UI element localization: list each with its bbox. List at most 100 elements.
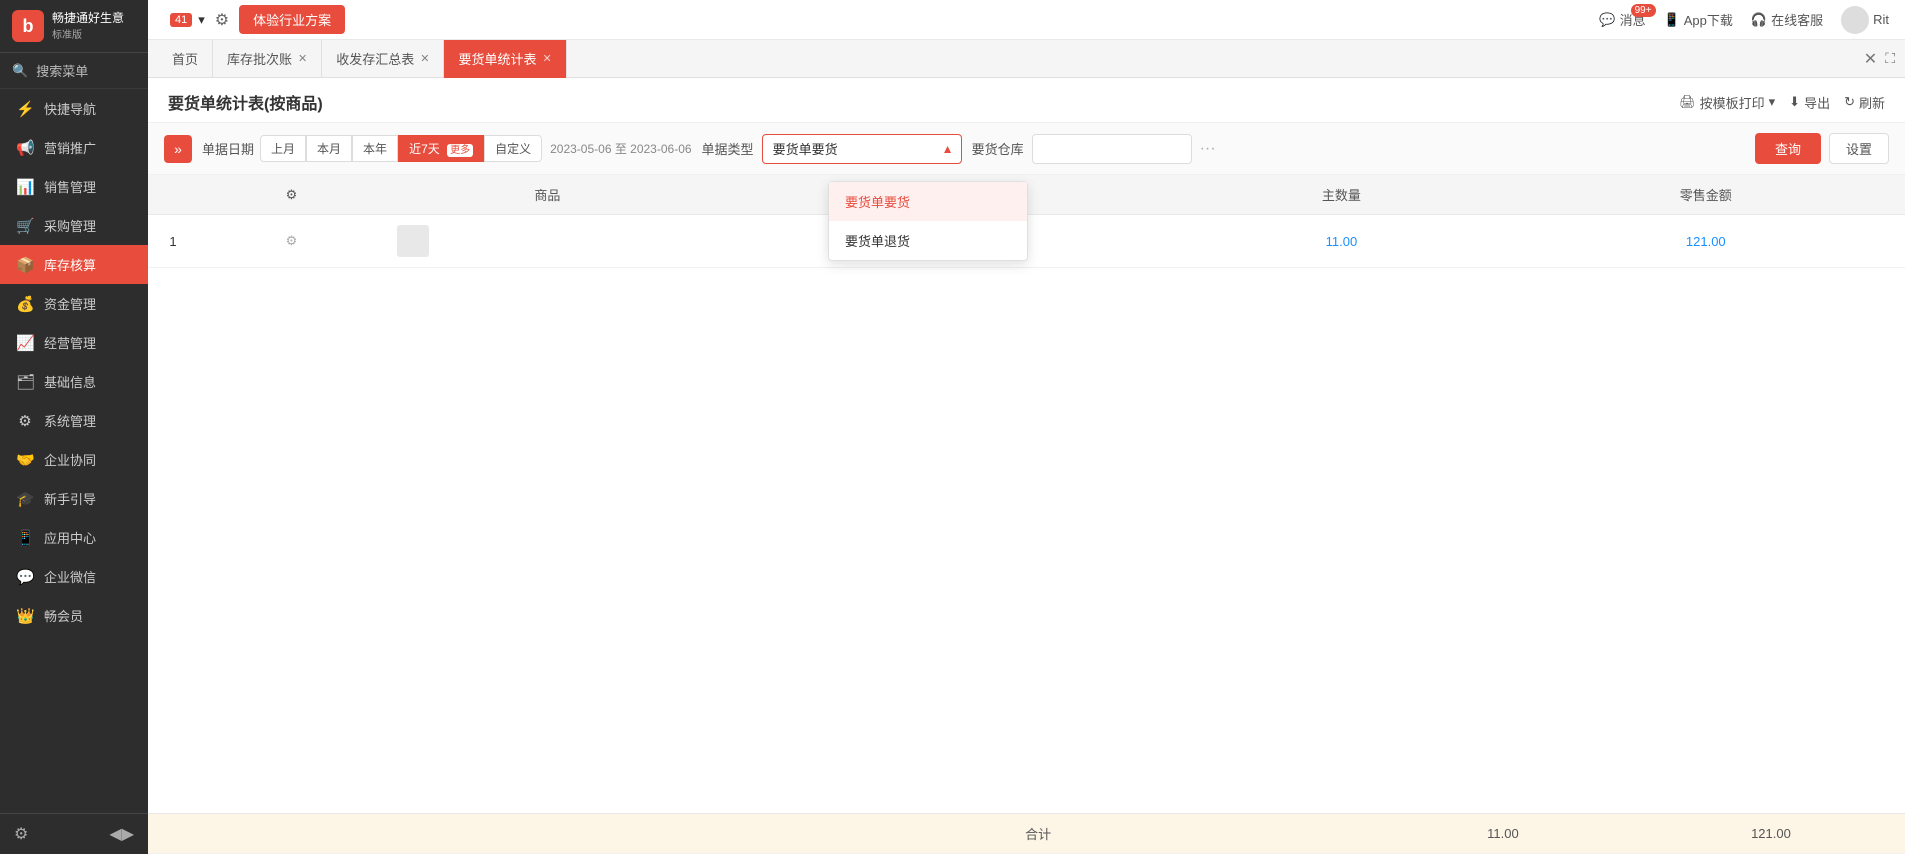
sidebar-label-wechat: 企业微信	[44, 567, 96, 586]
sidebar-item-operation[interactable]: 📈 经营管理	[0, 323, 148, 362]
header-settings-icon[interactable]: ⚙	[215, 10, 229, 30]
app-download-icon: 📱	[1664, 12, 1680, 28]
sidebar-label-finance: 资金管理	[44, 294, 96, 313]
user-name: Rit	[1873, 12, 1889, 27]
warehouse-more-icon[interactable]: ···	[1200, 140, 1216, 158]
store-selector[interactable]: 41 ▾	[164, 12, 205, 28]
sidebar-icon-appstore: 📱	[16, 529, 34, 547]
tab-label-requisition-stat: 要货单统计表	[458, 49, 536, 68]
app-logo-icon: b	[12, 10, 44, 42]
tab-close-shipping-summary[interactable]: ✕	[420, 52, 429, 65]
page-header: 要货单统计表(按商品) 🖨 按模板打印 ▾ ⬇ 导出 ↻ 刷新	[148, 78, 1905, 123]
product-img	[397, 225, 429, 257]
sidebar-search[interactable]: 🔍 搜索菜单	[0, 53, 148, 89]
refresh-label: 刷新	[1859, 93, 1885, 112]
trial-btn[interactable]: 体验行业方案	[239, 5, 345, 34]
col-product: 商品	[385, 175, 710, 215]
last-month-btn[interactable]: 上月	[260, 135, 306, 162]
date-filter-group: 单据日期 上月 本月 本年 近7天 更多 自定义 2023-05-06 至 20…	[202, 135, 692, 162]
online-service-btn[interactable]: 🎧 在线客服	[1751, 10, 1823, 29]
sidebar-icon-basic: 🗂	[16, 373, 34, 391]
sidebar-item-wechat[interactable]: 💬 企业微信	[0, 557, 148, 596]
warehouse-filter-group: 要货仓库 ···	[972, 134, 1216, 164]
sidebar-label-operation: 经营管理	[44, 333, 96, 352]
dropdown-item-requisition-return[interactable]: 要货单退货	[829, 221, 1027, 260]
sidebar-icon-operation: 📈	[16, 334, 34, 352]
tab-shipping-summary[interactable]: 收发存汇总表✕	[322, 40, 444, 78]
refresh-btn[interactable]: ↻ 刷新	[1844, 93, 1885, 112]
print-icon: 🖨	[1679, 94, 1696, 110]
notification-icon: 💬	[1599, 12, 1615, 28]
export-icon: ⬇	[1789, 94, 1800, 110]
page-title: 要货单统计表(按商品)	[168, 90, 323, 114]
tab-batch-account[interactable]: 库存批次账 ✕	[213, 40, 322, 78]
this-month-btn[interactable]: 本月	[306, 135, 352, 162]
sidebar-item-system[interactable]: ⚙系统管理	[0, 401, 148, 440]
page-actions: 🖨 按模板打印 ▾ ⬇ 导出 ↻ 刷新	[1679, 93, 1885, 112]
custom-date-btn[interactable]: 自定义	[484, 135, 542, 162]
tab-home[interactable]: 首页	[158, 40, 213, 78]
tab-requisition-stat[interactable]: 要货单统计表 ✕	[444, 40, 566, 78]
expand-tabs-icon[interactable]: ⛶	[1885, 50, 1895, 67]
cell-seq: 1	[148, 215, 198, 268]
template-print-label: 按模板打印	[1700, 93, 1765, 112]
store-num-badge: 41	[170, 13, 192, 27]
warehouse-filter-input[interactable]	[1032, 134, 1192, 164]
settings-bottom-icon[interactable]: ⚙	[14, 824, 28, 844]
sidebar-item-appstore[interactable]: 📱应用中心	[0, 518, 148, 557]
notification-btn[interactable]: 💬 消息 99+	[1599, 10, 1645, 29]
cell-settings[interactable]: ⚙	[198, 215, 385, 268]
filter-toggle-btn[interactable]: »	[164, 135, 192, 163]
last-7days-btn[interactable]: 近7天 更多	[398, 135, 484, 162]
user-avatar-btn[interactable]: Rit	[1841, 6, 1889, 34]
query-btn[interactable]: 查询	[1755, 133, 1821, 164]
dropdown-item-requisition-order[interactable]: 要货单要货	[829, 182, 1027, 221]
table-container: ⚙ 商品 主计量单位 主数量 零售金额 1 ⚙ 块 11.00	[148, 175, 1905, 813]
sidebar-label-basic: 基础信息	[44, 372, 96, 391]
type-filter-group: 单据类型 ▲	[702, 134, 962, 164]
sidebar-bottom: ⚙ ◀▶	[0, 813, 148, 854]
filter-bar: » 单据日期 上月 本月 本年 近7天 更多 自定义 2023-05-06 至 …	[148, 123, 1905, 175]
sidebar-item-sales[interactable]: 📊销售管理	[0, 167, 148, 206]
col-settings[interactable]: ⚙	[198, 175, 385, 215]
sidebar-item-quick-nav[interactable]: ⚡快捷导航	[0, 89, 148, 128]
type-filter-label: 单据类型	[702, 139, 754, 158]
app-download-label: App下载	[1684, 10, 1733, 29]
sidebar-item-marketing[interactable]: 📢营销推广	[0, 128, 148, 167]
filter-settings-btn[interactable]: 设置	[1829, 133, 1889, 164]
sidebar-item-guide[interactable]: 🎓新手引导	[0, 479, 148, 518]
sidebar-icon-enterprise: 🤝	[16, 451, 34, 469]
sidebar-icon-purchase: 🛒	[16, 217, 34, 235]
tab-close-batch-account[interactable]: ✕	[298, 52, 307, 65]
export-btn[interactable]: ⬇ 导出	[1789, 93, 1830, 112]
more-badge: 更多	[447, 144, 473, 157]
template-print-btn[interactable]: 🖨 按模板打印 ▾	[1679, 93, 1775, 112]
sidebar-icon-sales: 📊	[16, 178, 34, 196]
tab-label-home: 首页	[172, 49, 198, 68]
type-filter-input[interactable]	[762, 134, 962, 164]
tab-close-requisition-stat[interactable]: ✕	[543, 52, 552, 65]
footer-quantity: 11.00	[1369, 814, 1637, 854]
sidebar-label-inventory: 库存核算	[44, 255, 96, 274]
close-all-tabs-icon[interactable]: ✕	[1864, 49, 1877, 69]
footer-amount: 121.00	[1637, 814, 1905, 854]
sidebar-icon-system: ⚙	[16, 412, 34, 430]
date-quick-btns: 上月 本月 本年 近7天 更多 自定义	[260, 135, 542, 162]
sidebar-item-purchase[interactable]: 🛒采购管理	[0, 206, 148, 245]
sidebar-item-basic[interactable]: 🗂 基础信息	[0, 362, 148, 401]
tab-label-batch-account: 库存批次账	[227, 49, 292, 68]
sidebar-item-enterprise[interactable]: 🤝企业协同	[0, 440, 148, 479]
this-year-btn[interactable]: 本年	[352, 135, 398, 162]
sidebar-item-inventory[interactable]: 📦库存核算	[0, 245, 148, 284]
collapse-toggle-icon[interactable]: ◀▶	[109, 824, 134, 844]
sidebar-label-guide: 新手引导	[44, 489, 96, 508]
sidebar-icon-wechat: 💬	[16, 568, 34, 586]
notification-count: 99+	[1631, 4, 1656, 17]
app-download-btn[interactable]: 📱 App下载	[1664, 10, 1733, 29]
last-7days-label: 近7天	[409, 142, 440, 156]
sidebar-label-marketing: 营销推广	[44, 138, 96, 157]
sidebar-item-member[interactable]: 👑畅会员	[0, 596, 148, 635]
header-right: 💬 消息 99+ 📱 App下载 🎧 在线客服 Rit	[1599, 6, 1889, 34]
sidebar-item-finance[interactable]: 💰资金管理	[0, 284, 148, 323]
tabs-container: 首页库存批次账✕收发存汇总表✕要货单统计表✕	[158, 40, 567, 78]
